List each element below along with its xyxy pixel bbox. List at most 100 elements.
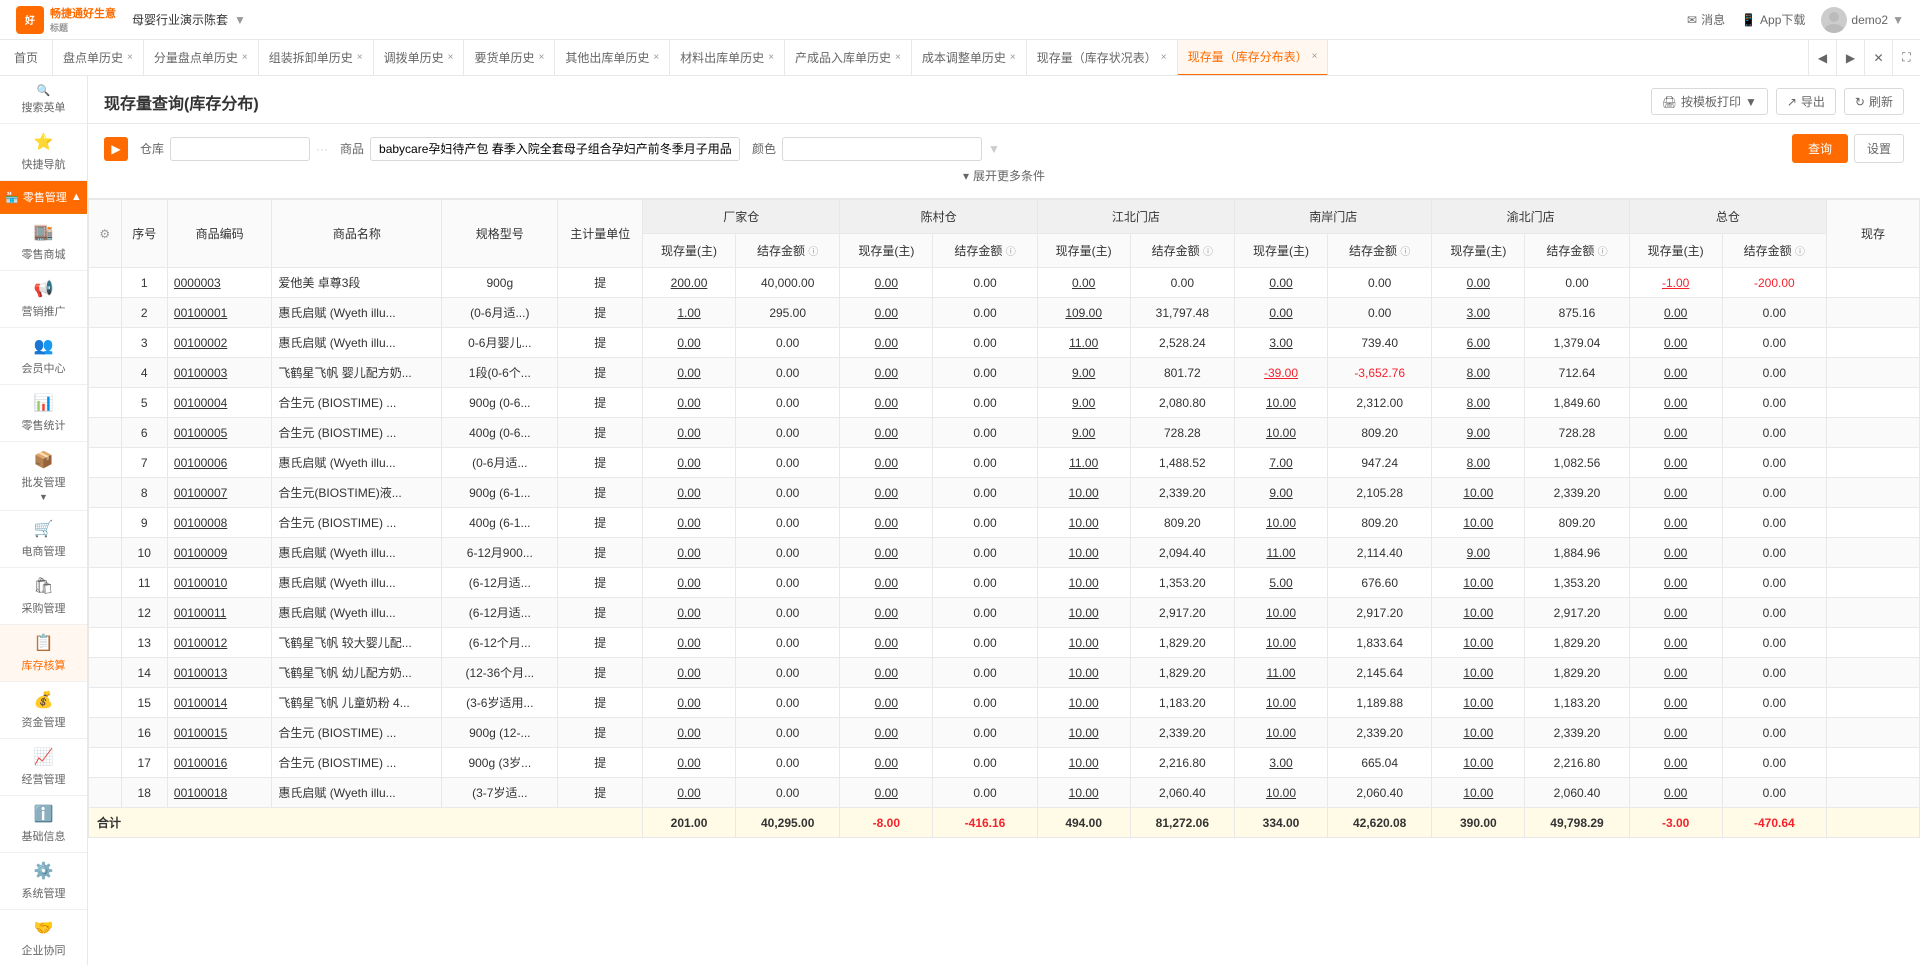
td-tot-stock[interactable]: -1.00 [1629,268,1722,298]
td-fac-stock[interactable]: 0.00 [643,508,736,538]
tab-item-10[interactable]: 现存量（库存状况表） × [1027,40,1178,76]
td-ct-stock[interactable]: 0.00 [840,718,933,748]
query-btn[interactable]: 查询 [1792,134,1848,163]
td-ct-stock[interactable]: 0.00 [840,568,933,598]
td-na-stock[interactable]: 10.00 [1235,778,1328,808]
td-jb-stock[interactable]: 9.00 [1037,388,1130,418]
td-ct-stock[interactable]: 0.00 [840,628,933,658]
sidebar-item-purchase[interactable]: 🛍 采购管理 [0,568,87,625]
td-ct-stock[interactable]: 0.00 [840,328,933,358]
td-na-stock[interactable]: 9.00 [1235,478,1328,508]
td-fac-stock[interactable]: 0.00 [643,538,736,568]
td-na-stock[interactable]: -39.00 [1235,358,1328,388]
td-ct-stock[interactable]: 0.00 [840,538,933,568]
td-jb-stock[interactable]: 10.00 [1037,718,1130,748]
td-ct-stock[interactable]: 0.00 [840,448,933,478]
goods-input[interactable] [370,137,740,161]
tab-item-1[interactable]: 盘点单历史 × [53,40,144,76]
warehouse-input[interactable] [170,137,310,161]
td-jb-stock[interactable]: 10.00 [1037,478,1130,508]
td-tot-stock[interactable]: 0.00 [1629,658,1722,688]
tab-nav-close[interactable]: ✕ [1864,40,1892,76]
td-jb-stock[interactable]: 10.00 [1037,688,1130,718]
td-ct-stock[interactable]: 0.00 [840,748,933,778]
td-yb-stock[interactable]: 10.00 [1432,748,1525,778]
td-jb-stock[interactable]: 9.00 [1037,358,1130,388]
td-tot-stock[interactable]: 0.00 [1629,748,1722,778]
td-yb-stock[interactable]: 8.00 [1432,388,1525,418]
td-na-stock[interactable]: 10.00 [1235,388,1328,418]
td-expand[interactable] [89,628,122,658]
td-tot-stock[interactable]: 0.00 [1629,478,1722,508]
td-fac-stock[interactable]: 0.00 [643,778,736,808]
industry-select[interactable]: 母婴行业演示陈套 [132,11,228,28]
td-expand[interactable] [89,598,122,628]
setting-btn[interactable]: 设置 [1854,134,1904,163]
app-download-btn[interactable]: 📱 App下载 [1741,11,1805,28]
td-yb-stock[interactable]: 3.00 [1432,298,1525,328]
user-area[interactable]: demo2 ▼ [1821,7,1904,33]
td-tot-stock[interactable]: 0.00 [1629,718,1722,748]
td-ct-stock[interactable]: 0.00 [840,658,933,688]
td-tot-stock[interactable]: 0.00 [1629,538,1722,568]
td-tot-stock[interactable]: 0.00 [1629,418,1722,448]
td-yb-stock[interactable]: 10.00 [1432,688,1525,718]
td-expand[interactable] [89,778,122,808]
sidebar-item-finance[interactable]: 💰 资金管理 [0,682,87,739]
td-fac-stock[interactable]: 0.00 [643,388,736,418]
td-expand[interactable] [89,508,122,538]
info-icon-3[interactable]: ⓘ [1203,247,1213,258]
td-code[interactable]: 00100010 [167,568,271,598]
td-jb-stock[interactable]: 10.00 [1037,778,1130,808]
tab-item-11[interactable]: 现存量（库存分布表） × [1178,40,1329,76]
td-expand[interactable] [89,688,122,718]
tab-close-2[interactable]: × [242,52,248,63]
td-code[interactable]: 00100018 [167,778,271,808]
tab-close-5[interactable]: × [538,52,544,63]
tab-item-2[interactable]: 分量盘点单历史 × [144,40,259,76]
td-ct-stock[interactable]: 0.00 [840,598,933,628]
th-gear[interactable]: ⚙ [89,200,122,268]
sidebar-item-collab[interactable]: 🤝 企业协同 [0,910,87,965]
td-jb-stock[interactable]: 10.00 [1037,658,1130,688]
td-ct-stock[interactable]: 0.00 [840,508,933,538]
td-ct-stock[interactable]: 0.00 [840,418,933,448]
tab-nav-right[interactable]: ▶ [1836,40,1864,76]
info-icon-6[interactable]: ⓘ [1795,247,1805,258]
td-jb-stock[interactable]: 11.00 [1037,328,1130,358]
tab-close-11[interactable]: × [1312,51,1318,62]
sidebar-item-marketing[interactable]: 📢 营销推广 [0,271,87,328]
sidebar-item-search[interactable]: 🔍 搜索英单 [0,76,87,124]
td-na-stock[interactable]: 10.00 [1235,718,1328,748]
td-tot-stock[interactable]: 0.00 [1629,358,1722,388]
td-na-stock[interactable]: 10.00 [1235,628,1328,658]
td-yb-stock[interactable]: 10.00 [1432,718,1525,748]
td-fac-stock[interactable]: 200.00 [643,268,736,298]
td-ct-stock[interactable]: 0.00 [840,478,933,508]
td-fac-stock[interactable]: 0.00 [643,568,736,598]
td-na-stock[interactable]: 10.00 [1235,508,1328,538]
industry-dropdown-icon[interactable]: ▼ [234,13,246,27]
tab-close-1[interactable]: × [127,52,133,63]
td-code[interactable]: 00100015 [167,718,271,748]
td-fac-stock[interactable]: 0.00 [643,448,736,478]
td-tot-stock[interactable]: 0.00 [1629,448,1722,478]
td-fac-stock[interactable]: 0.00 [643,748,736,778]
td-fac-stock[interactable]: 0.00 [643,718,736,748]
td-tot-stock[interactable]: 0.00 [1629,298,1722,328]
td-code[interactable]: 00100013 [167,658,271,688]
td-yb-stock[interactable]: 0.00 [1432,268,1525,298]
td-fac-stock[interactable]: 0.00 [643,328,736,358]
td-yb-stock[interactable]: 8.00 [1432,358,1525,388]
td-tot-stock[interactable]: 0.00 [1629,328,1722,358]
sidebar-item-retail-mall[interactable]: 🏬 零售商城 [0,214,87,271]
td-code[interactable]: 00100011 [167,598,271,628]
td-jb-stock[interactable]: 10.00 [1037,598,1130,628]
td-code[interactable]: 00100003 [167,358,271,388]
tab-nav-left[interactable]: ◀ [1808,40,1836,76]
td-expand[interactable] [89,268,122,298]
td-tot-stock[interactable]: 0.00 [1629,568,1722,598]
td-fac-stock[interactable]: 0.00 [643,658,736,688]
sidebar-item-basic[interactable]: ℹ️ 基础信息 [0,796,87,853]
td-jb-stock[interactable]: 9.00 [1037,418,1130,448]
